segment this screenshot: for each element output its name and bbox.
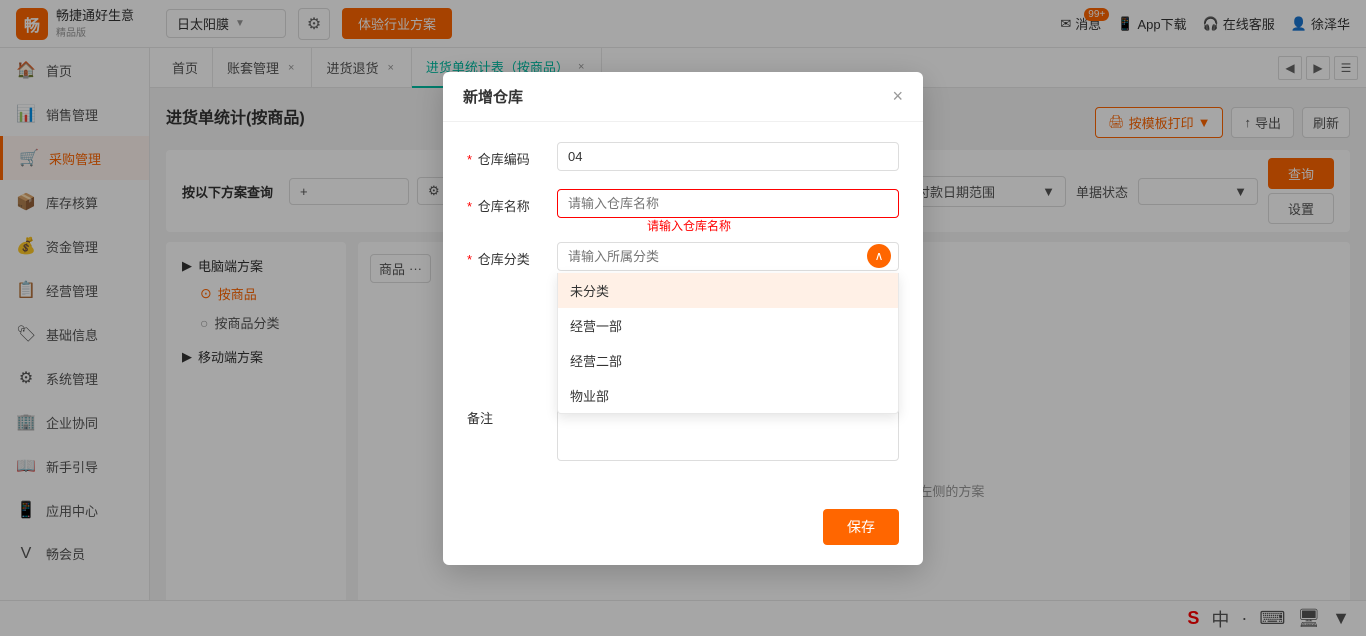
warehouse-category-label: * 仓库分类 — [467, 242, 557, 268]
note-label: 备注 — [467, 401, 557, 427]
modal-title: 新增仓库 — [463, 86, 523, 107]
required-mark3: * — [467, 252, 472, 267]
warehouse-name-label: * 仓库名称 — [467, 189, 557, 215]
dropdown-item-ops1[interactable]: 经营一部 — [558, 308, 898, 343]
save-button[interactable]: 保存 — [823, 509, 899, 545]
required-mark: * — [467, 152, 472, 167]
category-dropdown-list: 未分类 经营一部 经营二部 物业部 — [557, 273, 899, 414]
warehouse-name-error: 请输入仓库名称 — [647, 217, 731, 234]
modal-body: * 仓库编码 * 仓库名称 请输入仓库名称 * — [443, 122, 923, 499]
modal-backdrop[interactable]: 新增仓库 × * 仓库编码 * 仓库名称 请输入仓库 — [0, 0, 1366, 636]
warehouse-category-wrapper: ∧ 未分类 经营一部 经营二部 物业部 — [557, 242, 899, 271]
warehouse-code-input[interactable] — [557, 142, 899, 171]
warehouse-category-input[interactable] — [557, 242, 899, 271]
dropdown-item-uncategorized[interactable]: 未分类 — [558, 273, 898, 308]
required-mark2: * — [467, 199, 472, 214]
modal-dialog: 新增仓库 × * 仓库编码 * 仓库名称 请输入仓库 — [443, 72, 923, 565]
modal-close-button[interactable]: × — [892, 87, 903, 105]
warehouse-name-input[interactable] — [557, 189, 899, 218]
warehouse-code-row: * 仓库编码 — [467, 142, 899, 171]
dropdown-item-ops2[interactable]: 经营二部 — [558, 343, 898, 378]
warehouse-name-row: * 仓库名称 请输入仓库名称 — [467, 189, 899, 218]
dropdown-item-property[interactable]: 物业部 — [558, 378, 898, 413]
modal-header: 新增仓库 × — [443, 72, 923, 122]
modal-footer: 保存 — [443, 499, 923, 565]
category-dropdown-button[interactable]: ∧ — [867, 244, 891, 268]
warehouse-code-label: * 仓库编码 — [467, 142, 557, 168]
warehouse-category-row: * 仓库分类 ∧ 未分类 经营一部 经营二 — [467, 242, 899, 271]
